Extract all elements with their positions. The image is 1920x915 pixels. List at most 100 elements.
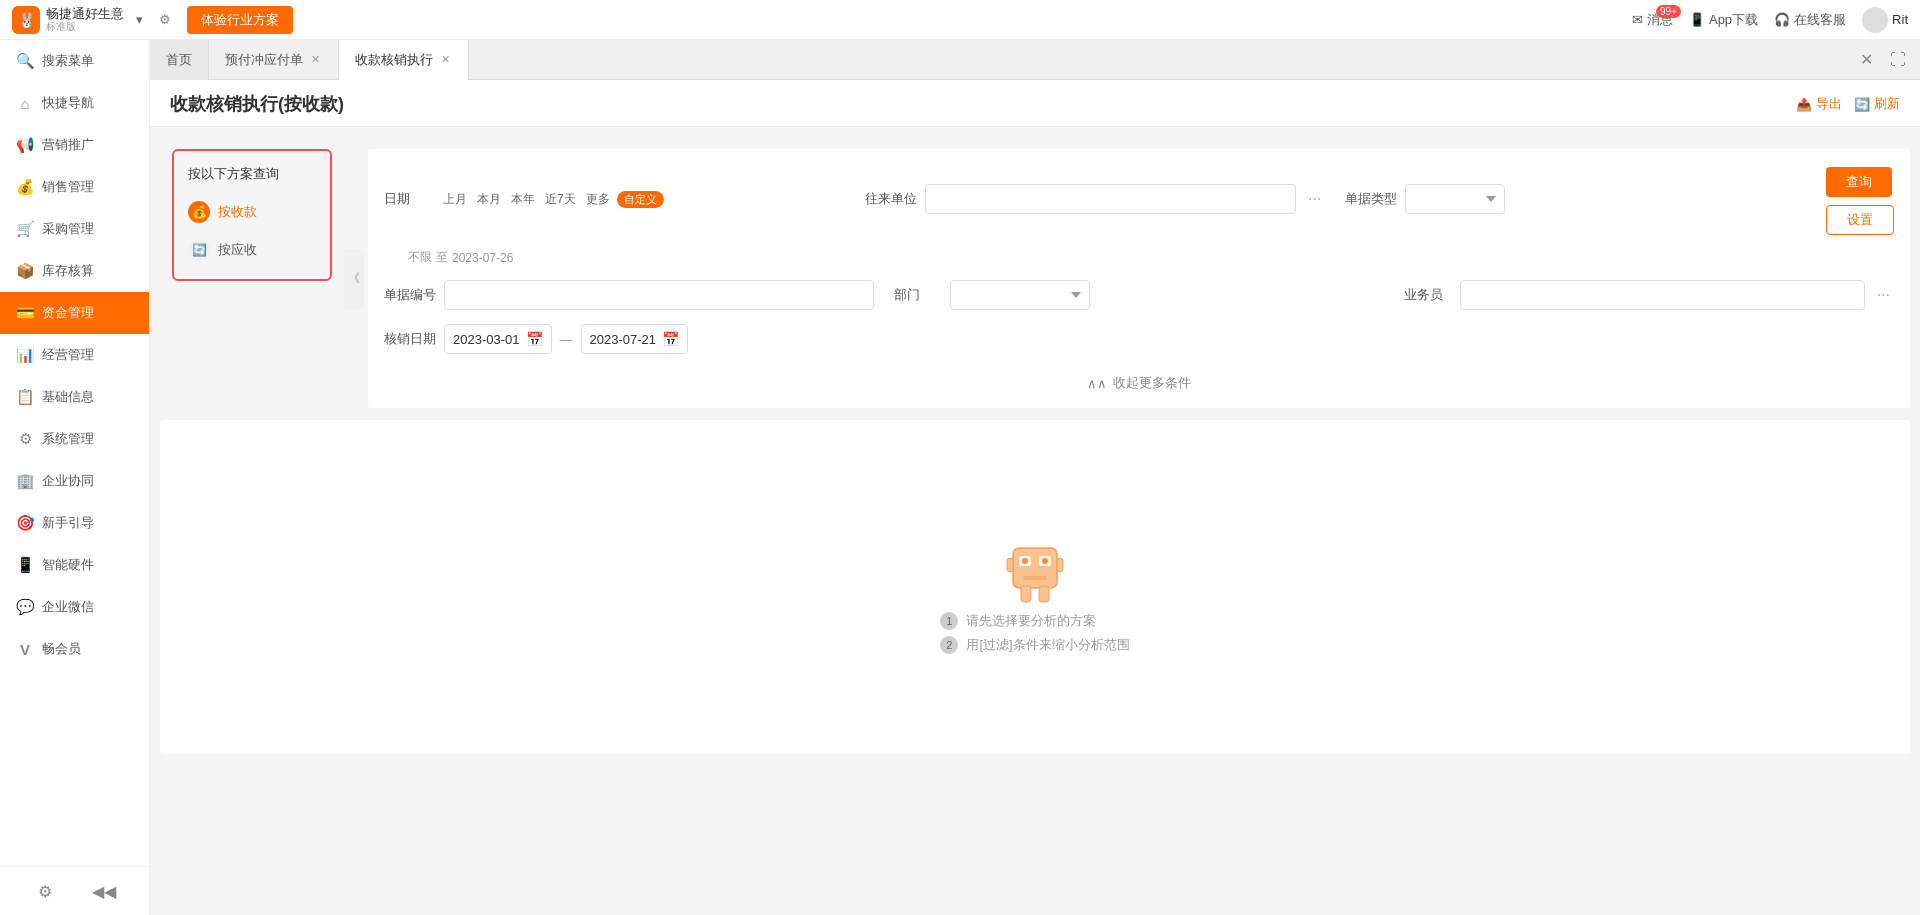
docno-label: 单据编号 bbox=[384, 286, 436, 304]
filter-field-dept: 部门 bbox=[894, 280, 1384, 310]
query-button[interactable]: 查询 bbox=[1826, 167, 1892, 197]
date-nolimit-text: 不限 bbox=[408, 249, 432, 266]
tab-verify[interactable]: 收款核销执行 ✕ bbox=[339, 40, 469, 80]
sidebar-item-sales[interactable]: 💰 销售管理 bbox=[0, 166, 149, 208]
sidebar-item-member[interactable]: V 畅会员 bbox=[0, 628, 149, 670]
sidebar-item-wechat[interactable]: 💬 企业微信 bbox=[0, 586, 149, 628]
tab-expand-btn[interactable]: ⛶ bbox=[1884, 46, 1912, 74]
sidebar-item-hardware[interactable]: 📱 智能硬件 bbox=[0, 544, 149, 586]
sidebar-item-marketing[interactable]: 📢 营销推广 bbox=[0, 124, 149, 166]
sidebar-item-basic[interactable]: 📋 基础信息 bbox=[0, 376, 149, 418]
verify-date-label: 核销日期 bbox=[384, 330, 436, 348]
service-label: 在线客服 bbox=[1794, 11, 1846, 29]
user-avatar bbox=[1862, 7, 1888, 33]
staff-input[interactable] bbox=[1460, 280, 1865, 310]
settings-icon[interactable]: ⚙ bbox=[151, 6, 179, 34]
tab-verify-close[interactable]: ✕ bbox=[439, 53, 452, 66]
export-button[interactable]: 📤 导出 bbox=[1796, 95, 1842, 113]
svg-rect-3 bbox=[1023, 576, 1047, 580]
tab-verify-label: 收款核销执行 bbox=[355, 51, 433, 69]
sidebar-item-shortcut[interactable]: ⌂ 快捷导航 bbox=[0, 82, 149, 124]
sidebar-label-enterprise: 企业协同 bbox=[42, 472, 94, 490]
date-custom-badge[interactable]: 自定义 bbox=[617, 191, 664, 208]
sidebar-item-business[interactable]: 📊 经营管理 bbox=[0, 334, 149, 376]
panel-collapse-button[interactable]: 《 bbox=[344, 249, 364, 309]
doctype-select[interactable] bbox=[1405, 184, 1505, 214]
guide-icon: 🎯 bbox=[16, 514, 34, 532]
sidebar-settings-icon[interactable]: ⚙ bbox=[31, 877, 59, 905]
sidebar-item-enterprise[interactable]: 🏢 企业协同 bbox=[0, 460, 149, 502]
staff-more-icon[interactable]: ··· bbox=[1873, 286, 1894, 304]
tabbar: 首页 预付冲应付单 ✕ 收款核销执行 ✕ ✕ ⛶ bbox=[150, 40, 1920, 80]
inventory-icon: 📦 bbox=[16, 262, 34, 280]
filter-row-1: 日期 上月 本月 本年 近7天 更多 自定义 往来单位 bbox=[384, 163, 1894, 235]
search-icon: 🔍 bbox=[16, 52, 34, 70]
svg-rect-6 bbox=[1021, 586, 1031, 602]
tab-close-btn[interactable]: ✕ bbox=[1852, 46, 1880, 74]
service-icon: 🎧 bbox=[1774, 12, 1790, 27]
dept-select[interactable] bbox=[950, 280, 1090, 310]
date-shortcut-more[interactable]: 更多 bbox=[583, 190, 613, 209]
svg-rect-0 bbox=[1013, 548, 1057, 588]
app-download-button[interactable]: 📱 App下载 bbox=[1689, 11, 1758, 29]
sidebar-item-inventory[interactable]: 📦 库存核算 bbox=[0, 250, 149, 292]
sidebar-label-guide: 新手引导 bbox=[42, 514, 94, 532]
verify-date-end-picker[interactable]: 2023-07-21 📅 bbox=[581, 324, 689, 354]
svg-rect-4 bbox=[1007, 558, 1013, 572]
filter-container: 按以下方案查询 💰 按收款 🔄 按应收 《 bbox=[150, 127, 1920, 420]
user-menu[interactable]: Rit bbox=[1862, 7, 1908, 33]
verify-date-start-picker[interactable]: 2023-03-01 📅 bbox=[444, 324, 552, 354]
date-end-text: 2023-07-26 bbox=[452, 251, 513, 265]
sidebar-collapse-icon[interactable]: ◀◀ bbox=[90, 877, 118, 905]
app-logo: 🐰 畅捷通好生意 标准版 bbox=[12, 6, 124, 34]
dept-label: 部门 bbox=[894, 286, 942, 304]
app-title-area: 畅捷通好生意 标准版 bbox=[46, 6, 124, 34]
sidebar-item-system[interactable]: ⚙ 系统管理 bbox=[0, 418, 149, 460]
date-to-text: 至 bbox=[436, 249, 448, 266]
date-shortcut-last-month[interactable]: 上月 bbox=[440, 190, 470, 209]
finance-icon: 💳 bbox=[16, 304, 34, 322]
date-shortcut-this-year[interactable]: 本年 bbox=[508, 190, 538, 209]
date-nolimit-row: 不限 至 2023-07-26 bbox=[384, 249, 1894, 266]
member-icon: V bbox=[16, 641, 34, 658]
svg-rect-7 bbox=[1039, 586, 1049, 602]
sidebar-item-search[interactable]: 🔍 搜索菜单 bbox=[0, 40, 149, 82]
refresh-icon: 🔄 bbox=[1854, 97, 1870, 112]
sidebar-item-finance[interactable]: 💳 资金管理 bbox=[0, 292, 149, 334]
tab-home[interactable]: 首页 bbox=[150, 40, 209, 80]
app-sub-title: 标准版 bbox=[46, 21, 124, 33]
refresh-button[interactable]: 🔄 刷新 bbox=[1854, 95, 1900, 113]
tabbar-actions: ✕ ⛶ bbox=[1852, 46, 1920, 74]
sidebar-label-basic: 基础信息 bbox=[42, 388, 94, 406]
date-shortcut-7days[interactable]: 近7天 bbox=[542, 190, 579, 209]
tab-prepay-label: 预付冲应付单 bbox=[225, 51, 303, 69]
docno-input[interactable] bbox=[444, 280, 874, 310]
query-option-by-payable[interactable]: 🔄 按应收 bbox=[174, 231, 330, 269]
settings-button[interactable]: 设置 bbox=[1826, 205, 1894, 235]
filter-field-date: 日期 上月 本月 本年 近7天 更多 自定义 bbox=[384, 190, 845, 209]
receipt-icon: 💰 bbox=[188, 201, 210, 223]
online-service-button[interactable]: 🎧 在线客服 bbox=[1774, 11, 1846, 29]
hint-text-1: 请先选择要分析的方案 bbox=[966, 612, 1096, 630]
doctype-label: 单据类型 bbox=[1345, 190, 1397, 208]
collapse-more-button[interactable]: ∧∧ 收起更多条件 bbox=[384, 368, 1894, 394]
sidebar-label-shortcut: 快捷导航 bbox=[42, 94, 94, 112]
app-dropdown[interactable]: ▾ bbox=[136, 12, 143, 27]
wechat-icon: 💬 bbox=[16, 598, 34, 616]
app-icon: 📱 bbox=[1689, 12, 1705, 27]
app-main-title: 畅捷通好生意 bbox=[46, 6, 124, 22]
industry-button[interactable]: 体验行业方案 bbox=[187, 6, 293, 34]
purchase-icon: 🛒 bbox=[16, 220, 34, 238]
tab-prepay[interactable]: 预付冲应付单 ✕ bbox=[209, 40, 339, 80]
counterpart-more-icon[interactable]: ··· bbox=[1304, 190, 1325, 208]
date-shortcut-this-month[interactable]: 本月 bbox=[474, 190, 504, 209]
sidebar-item-guide[interactable]: 🎯 新手引导 bbox=[0, 502, 149, 544]
query-option-by-receipt[interactable]: 💰 按收款 bbox=[174, 193, 330, 231]
messages-button[interactable]: ✉ 消息 99+ bbox=[1632, 11, 1673, 29]
sidebar-item-purchase[interactable]: 🛒 采购管理 bbox=[0, 208, 149, 250]
sidebar-label-sales: 销售管理 bbox=[42, 178, 94, 196]
refresh-label: 刷新 bbox=[1874, 95, 1900, 113]
sidebar-bottom: ⚙ ◀◀ bbox=[0, 866, 149, 915]
counterpart-input[interactable] bbox=[925, 184, 1296, 214]
tab-prepay-close[interactable]: ✕ bbox=[309, 53, 322, 66]
